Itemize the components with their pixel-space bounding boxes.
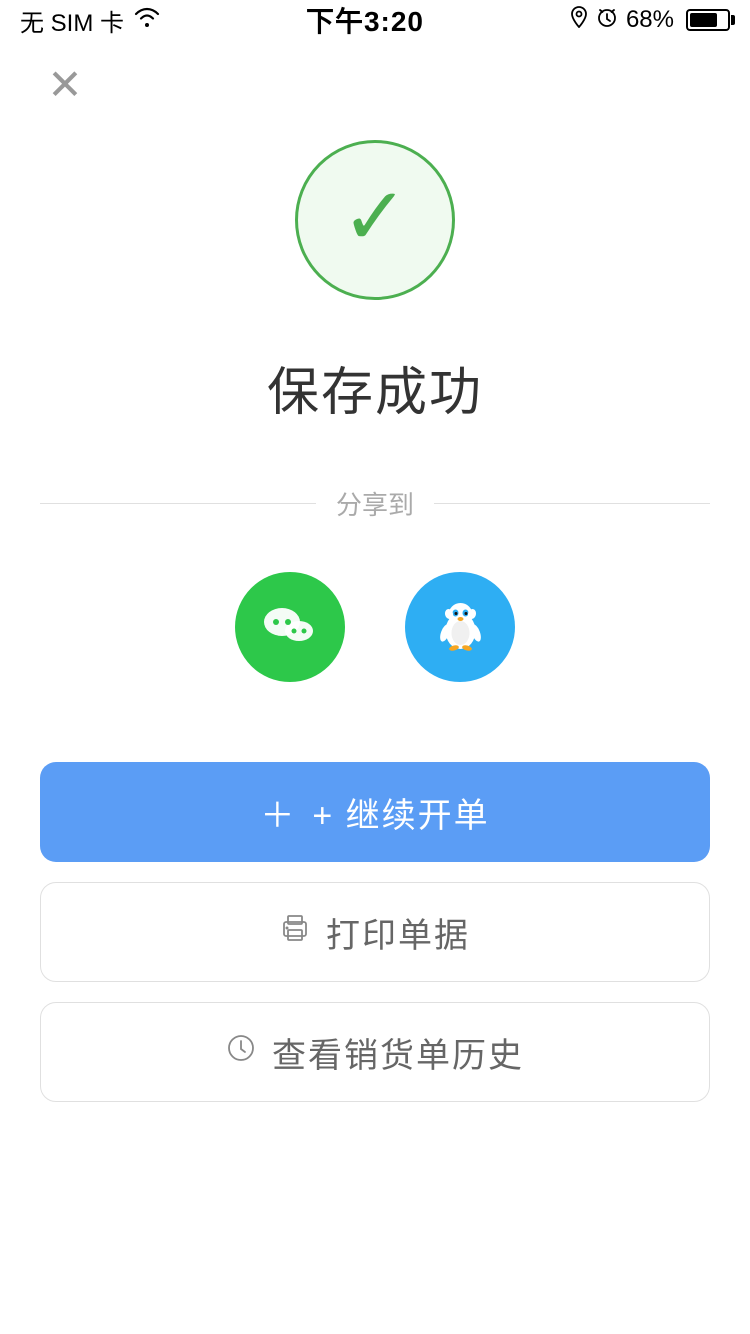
- action-buttons: ＋ + 继续开单 打印单据 查看销货单历: [40, 762, 710, 1102]
- share-icons: [235, 572, 515, 682]
- divider-right: [434, 503, 710, 504]
- share-label: 分享到: [336, 485, 414, 522]
- print-icon: [280, 914, 310, 950]
- wifi-icon: [134, 6, 160, 34]
- close-icon: ✕: [47, 64, 82, 106]
- status-time: 下午3:20: [306, 0, 424, 40]
- status-left: 无 SIM 卡: [20, 3, 160, 38]
- status-bar: 无 SIM 卡 下午3:20 68%: [0, 0, 750, 40]
- success-circle-container: ✓: [295, 140, 455, 300]
- alarm-icon: [596, 6, 618, 35]
- qq-icon: [428, 595, 493, 660]
- sim-text: 无 SIM 卡: [20, 3, 124, 38]
- success-title: 保存成功: [267, 350, 483, 425]
- plus-icon: ＋: [260, 788, 296, 837]
- print-label: 打印单据: [326, 908, 470, 957]
- history-icon: [226, 1033, 256, 1071]
- location-icon: [570, 6, 588, 35]
- continue-button[interactable]: ＋ + 继续开单: [40, 762, 710, 862]
- battery-percent: 68%: [626, 6, 674, 34]
- divider-left: [40, 503, 316, 504]
- print-button[interactable]: 打印单据: [40, 882, 710, 982]
- close-button[interactable]: ✕: [40, 60, 90, 110]
- wechat-share-button[interactable]: [235, 572, 345, 682]
- success-circle: ✓: [295, 140, 455, 300]
- share-divider: 分享到: [40, 485, 710, 522]
- continue-label: + 继续开单: [312, 788, 489, 837]
- qq-share-button[interactable]: [405, 572, 515, 682]
- history-label: 查看销货单历史: [272, 1028, 524, 1077]
- wechat-icon: [258, 595, 323, 660]
- main-content: ✕ ✓ 保存成功 分享到: [0, 40, 750, 1334]
- history-button[interactable]: 查看销货单历史: [40, 1002, 710, 1102]
- checkmark-icon: ✓: [341, 177, 408, 257]
- battery-icon: [686, 9, 730, 31]
- status-right: 68%: [570, 6, 730, 35]
